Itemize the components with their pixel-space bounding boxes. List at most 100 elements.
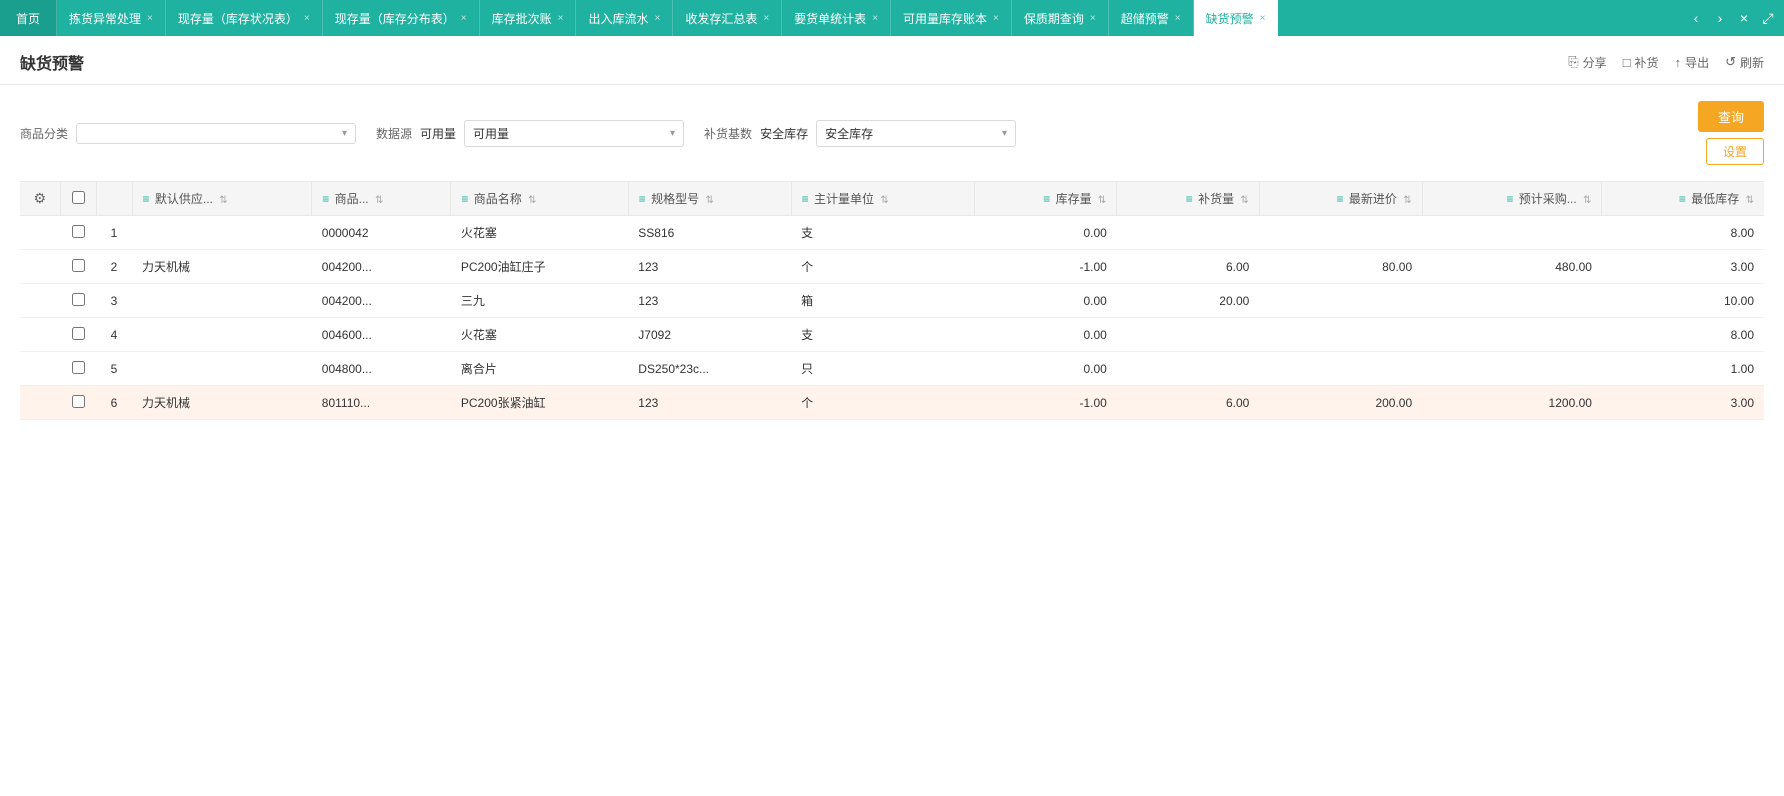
col-supplier-header[interactable]: ≡ 默认供应... ⇅ xyxy=(132,182,312,216)
tab-shortage-close[interactable]: × xyxy=(1260,13,1266,24)
tab-abnormal-close[interactable]: × xyxy=(147,13,153,24)
tab-order-stats[interactable]: 要货单统计表 × xyxy=(782,0,891,36)
row-code-cell: 004200... xyxy=(312,250,451,284)
tab-inventory-status-close[interactable]: × xyxy=(304,13,310,24)
row-stock-cell: -1.00 xyxy=(974,250,1117,284)
row-settings-cell xyxy=(20,318,60,352)
refresh-button[interactable]: ↺ 刷新 xyxy=(1725,54,1764,71)
tab-order-stats-close[interactable]: × xyxy=(872,13,878,24)
share-button[interactable]: ⎘ 分享 xyxy=(1568,54,1606,71)
row-check-cell[interactable] xyxy=(60,216,96,250)
col-est-icon: ≡ xyxy=(1506,192,1513,206)
row-check-cell[interactable] xyxy=(60,352,96,386)
row-minstock-cell: 8.00 xyxy=(1602,318,1764,352)
tab-available[interactable]: 可用量库存账本 × xyxy=(891,0,1012,36)
tab-collect-close[interactable]: × xyxy=(763,13,769,24)
col-check-header[interactable] xyxy=(60,182,96,216)
tab-inout[interactable]: 出入库流水 × xyxy=(576,0,673,36)
row-spec-cell: 123 xyxy=(628,250,791,284)
datasource-select[interactable]: 可用量 ▾ xyxy=(464,120,684,147)
category-chevron-icon: ▾ xyxy=(342,128,347,139)
row-spec-cell: J7092 xyxy=(628,318,791,352)
tab-expand-button[interactable]: ⤢ xyxy=(1756,6,1780,30)
row-checkbox[interactable] xyxy=(72,259,85,272)
row-check-cell[interactable] xyxy=(60,318,96,352)
tab-collect[interactable]: 收发存汇总表 × xyxy=(673,0,782,36)
category-select[interactable]: ▾ xyxy=(76,123,356,144)
col-replenish-header[interactable]: ≡ 补货量 ⇅ xyxy=(1117,182,1260,216)
replenish-base-value-group: 安全库存 xyxy=(760,125,808,142)
tab-inventory-dist[interactable]: 现存量（库存分布表） × xyxy=(323,0,480,36)
replenish-base-select[interactable]: 安全库存 ▾ xyxy=(816,120,1016,147)
tab-inout-close[interactable]: × xyxy=(654,13,660,24)
row-code-cell: 801110... xyxy=(312,386,451,420)
tab-shortage[interactable]: 缺货预警 × xyxy=(1194,0,1279,36)
row-check-cell[interactable] xyxy=(60,284,96,318)
tab-expiry[interactable]: 保质期查询 × xyxy=(1012,0,1109,36)
tab-inventory-dist-label: 现存量（库存分布表） xyxy=(335,10,455,27)
row-minstock-cell: 1.00 xyxy=(1602,352,1764,386)
row-name-cell: 火花塞 xyxy=(451,216,628,250)
col-spec-icon: ≡ xyxy=(639,192,646,206)
share-label: 分享 xyxy=(1583,54,1607,71)
tab-close-all-button[interactable]: × xyxy=(1732,6,1756,30)
tab-inventory-status-label: 现存量（库存状况表） xyxy=(178,10,298,27)
tab-overstock-close[interactable]: × xyxy=(1175,13,1181,24)
col-unit-header[interactable]: ≡ 主计量单位 ⇅ xyxy=(791,182,974,216)
tab-overstock[interactable]: 超储预警 × xyxy=(1109,0,1194,36)
replenish-base-filter-group: 补货基数 安全库存 安全库存 ▾ xyxy=(704,120,1016,147)
col-est-header[interactable]: ≡ 预计采购... ⇅ xyxy=(1422,182,1602,216)
col-replenish-sort-icon: ⇅ xyxy=(1240,195,1248,206)
row-settings-cell xyxy=(20,386,60,420)
select-all-checkbox[interactable] xyxy=(72,191,85,204)
row-minstock-cell: 10.00 xyxy=(1602,284,1764,318)
col-name-sort-icon: ⇅ xyxy=(528,195,536,206)
row-name-cell: PC200张紧油缸 xyxy=(451,386,628,420)
setting-button[interactable]: 设置 xyxy=(1706,138,1764,165)
col-settings-header[interactable]: ⚙ xyxy=(20,182,60,216)
row-checkbox[interactable] xyxy=(72,327,85,340)
row-est-cell xyxy=(1422,216,1602,250)
tab-available-close[interactable]: × xyxy=(993,13,999,24)
tab-shortage-label: 缺货预警 xyxy=(1206,10,1254,27)
replenish-base-label: 补货基数 xyxy=(704,125,752,142)
replenish-button[interactable]: □ 补货 xyxy=(1623,54,1659,71)
col-code-header[interactable]: ≡ 商品... ⇅ xyxy=(312,182,451,216)
col-name-header[interactable]: ≡ 商品名称 ⇅ xyxy=(451,182,628,216)
row-est-cell: 1200.00 xyxy=(1422,386,1602,420)
tab-prev-button[interactable]: ‹ xyxy=(1684,6,1708,30)
export-button[interactable]: ↑ 导出 xyxy=(1675,54,1710,71)
category-label: 商品分类 xyxy=(20,125,68,142)
col-price-header[interactable]: ≡ 最新进价 ⇅ xyxy=(1259,182,1422,216)
tab-inventory-status[interactable]: 现存量（库存状况表） × xyxy=(166,0,323,36)
tab-batch-close[interactable]: × xyxy=(558,13,564,24)
tab-next-button[interactable]: › xyxy=(1708,6,1732,30)
col-name-icon: ≡ xyxy=(461,192,468,206)
tab-inventory-dist-close[interactable]: × xyxy=(461,13,467,24)
tab-expiry-close[interactable]: × xyxy=(1090,13,1096,24)
row-check-cell[interactable] xyxy=(60,250,96,284)
tab-abnormal[interactable]: 拣货异常处理 × xyxy=(57,0,166,36)
datasource-value: 可用量 xyxy=(420,125,456,142)
row-checkbox[interactable] xyxy=(72,361,85,374)
col-spec-header[interactable]: ≡ 规格型号 ⇅ xyxy=(628,182,791,216)
row-stock-cell: 0.00 xyxy=(974,318,1117,352)
query-button[interactable]: 查询 xyxy=(1698,101,1764,132)
row-checkbox[interactable] xyxy=(72,293,85,306)
replenish-base-value: 安全库存 xyxy=(760,125,808,142)
row-checkbox[interactable] xyxy=(72,395,85,408)
tab-expiry-label: 保质期查询 xyxy=(1024,10,1084,27)
tab-home[interactable]: 首页 xyxy=(0,0,57,36)
tab-abnormal-label: 拣货异常处理 xyxy=(69,10,141,27)
row-check-cell[interactable] xyxy=(60,386,96,420)
col-minstock-header[interactable]: ≡ 最低库存 ⇅ xyxy=(1602,182,1764,216)
row-price-cell xyxy=(1259,352,1422,386)
col-stock-header[interactable]: ≡ 库存量 ⇅ xyxy=(974,182,1117,216)
table-row: 2 力天机械 004200... PC200油缸庄子 123 个 -1.00 6… xyxy=(20,250,1764,284)
export-icon: ↑ xyxy=(1675,55,1682,70)
settings-gear-icon[interactable]: ⚙ xyxy=(33,190,46,206)
row-checkbox[interactable] xyxy=(72,225,85,238)
export-label: 导出 xyxy=(1685,54,1709,71)
tab-batch[interactable]: 库存批次账 × xyxy=(480,0,577,36)
row-num-cell: 3 xyxy=(96,284,132,318)
